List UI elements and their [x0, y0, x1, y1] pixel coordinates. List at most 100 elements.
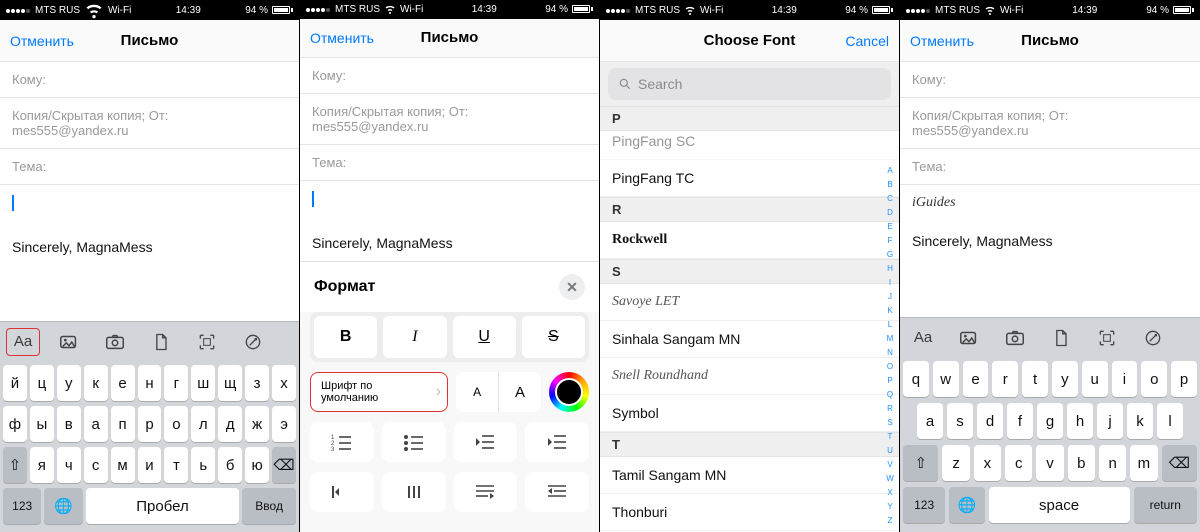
font-item[interactable]: Tamil Sangam MN: [600, 457, 899, 494]
key-en[interactable]: e: [963, 361, 989, 397]
key-ru[interactable]: ф: [3, 406, 27, 442]
numbers-key[interactable]: 123: [3, 488, 41, 524]
camera-icon[interactable]: [998, 324, 1032, 352]
key-ru[interactable]: ы: [30, 406, 54, 442]
key-ru[interactable]: й: [3, 365, 27, 401]
search-input[interactable]: Search: [608, 68, 891, 100]
key-ru[interactable]: з: [245, 365, 269, 401]
globe-key[interactable]: 🌐: [949, 487, 984, 523]
key-en[interactable]: c: [1005, 445, 1032, 481]
underline-button[interactable]: U: [453, 316, 516, 358]
return-key[interactable]: Ввод: [242, 488, 296, 524]
document-icon[interactable]: [144, 328, 178, 356]
backspace-key[interactable]: ⌫: [272, 447, 296, 483]
backspace-key[interactable]: ⌫: [1162, 445, 1197, 481]
shift-key[interactable]: ⇧: [3, 447, 27, 483]
list-number-button[interactable]: 123: [310, 422, 374, 462]
markup-icon[interactable]: [236, 328, 270, 356]
align-justify-button[interactable]: [454, 472, 518, 512]
to-field[interactable]: Кому:: [300, 58, 599, 94]
key-ru[interactable]: м: [111, 447, 135, 483]
close-icon[interactable]: ✕: [559, 274, 585, 300]
cc-from-field[interactable]: Копия/Скрытая копия; От: mes555@yandex.r…: [900, 98, 1200, 149]
key-ru[interactable]: д: [218, 406, 242, 442]
key-ru[interactable]: т: [164, 447, 188, 483]
key-en[interactable]: b: [1068, 445, 1095, 481]
align-left-button[interactable]: [310, 472, 374, 512]
space-key[interactable]: Пробел: [86, 488, 240, 524]
key-en[interactable]: f: [1007, 403, 1033, 439]
default-font-button[interactable]: Шрифт по умолчанию ›: [310, 372, 448, 412]
align-center-button[interactable]: [382, 472, 446, 512]
font-item[interactable]: Snell Roundhand: [600, 358, 899, 395]
font-item[interactable]: Thonburi: [600, 494, 899, 531]
cancel-button[interactable]: Отменить: [900, 20, 984, 61]
text-color-button[interactable]: [549, 372, 589, 412]
key-en[interactable]: l: [1157, 403, 1183, 439]
key-en[interactable]: p: [1171, 361, 1197, 397]
key-en[interactable]: g: [1037, 403, 1063, 439]
message-body[interactable]: Sincerely, MagnaMess: [300, 181, 599, 261]
key-en[interactable]: v: [1036, 445, 1063, 481]
key-ru[interactable]: л: [191, 406, 215, 442]
photo-library-icon[interactable]: [52, 328, 86, 356]
key-en[interactable]: z: [942, 445, 969, 481]
list-bullet-button[interactable]: [382, 422, 446, 462]
key-ru[interactable]: ж: [245, 406, 269, 442]
format-aa-button[interactable]: Aa: [6, 328, 40, 356]
bold-button[interactable]: B: [314, 316, 377, 358]
globe-key[interactable]: 🌐: [44, 488, 82, 524]
key-en[interactable]: x: [974, 445, 1001, 481]
scan-icon[interactable]: [1090, 324, 1124, 352]
key-ru[interactable]: щ: [218, 365, 242, 401]
cc-from-field[interactable]: Копия/Скрытая копия; От: mes555@yandex.r…: [0, 98, 299, 149]
subject-field[interactable]: Тема:: [0, 149, 299, 185]
font-item[interactable]: PingFang TC: [600, 160, 899, 197]
key-ru[interactable]: и: [138, 447, 162, 483]
key-ru[interactable]: в: [57, 406, 81, 442]
key-ru[interactable]: ш: [191, 365, 215, 401]
scan-icon[interactable]: [190, 328, 224, 356]
indent-button[interactable]: [525, 422, 589, 462]
key-ru[interactable]: е: [111, 365, 135, 401]
key-en[interactable]: n: [1099, 445, 1126, 481]
cc-from-field[interactable]: Копия/Скрытая копия; От: mes555@yandex.r…: [300, 94, 599, 145]
cancel-button[interactable]: Отменить: [0, 20, 84, 61]
subject-field[interactable]: Тема:: [900, 149, 1200, 185]
photo-library-icon[interactable]: [952, 324, 986, 352]
key-en[interactable]: r: [992, 361, 1018, 397]
key-en[interactable]: q: [903, 361, 929, 397]
cancel-button[interactable]: Cancel: [835, 20, 899, 61]
size-larger-button[interactable]: A: [498, 372, 541, 412]
key-en[interactable]: j: [1097, 403, 1123, 439]
size-smaller-button[interactable]: A: [456, 372, 498, 412]
key-ru[interactable]: б: [218, 447, 242, 483]
to-field[interactable]: Кому:: [900, 62, 1200, 98]
align-right-button[interactable]: [525, 472, 589, 512]
font-item[interactable]: PingFang SC: [600, 123, 899, 160]
camera-icon[interactable]: [98, 328, 132, 356]
format-aa-button[interactable]: Aa: [906, 324, 940, 352]
markup-icon[interactable]: [1136, 324, 1170, 352]
key-en[interactable]: k: [1127, 403, 1153, 439]
strike-button[interactable]: S: [522, 316, 585, 358]
key-ru[interactable]: э: [272, 406, 296, 442]
key-en[interactable]: d: [977, 403, 1003, 439]
key-en[interactable]: o: [1141, 361, 1167, 397]
message-body[interactable]: iGuides Sincerely, MagnaMess: [900, 185, 1200, 317]
key-ru[interactable]: ч: [57, 447, 81, 483]
document-icon[interactable]: [1044, 324, 1078, 352]
key-ru[interactable]: у: [57, 365, 81, 401]
key-ru[interactable]: н: [138, 365, 162, 401]
outdent-button[interactable]: [454, 422, 518, 462]
to-field[interactable]: Кому:: [0, 62, 299, 98]
key-ru[interactable]: о: [164, 406, 188, 442]
key-en[interactable]: m: [1130, 445, 1157, 481]
key-ru[interactable]: ь: [191, 447, 215, 483]
alphabet-index[interactable]: ABCDEFGHIJKLMNOPQRSTUVWXYZ: [883, 166, 897, 526]
key-en[interactable]: t: [1022, 361, 1048, 397]
font-list[interactable]: P PingFang SC PingFang TC R Rockwell S S…: [600, 106, 899, 532]
key-en[interactable]: w: [933, 361, 959, 397]
key-en[interactable]: h: [1067, 403, 1093, 439]
key-ru[interactable]: а: [84, 406, 108, 442]
